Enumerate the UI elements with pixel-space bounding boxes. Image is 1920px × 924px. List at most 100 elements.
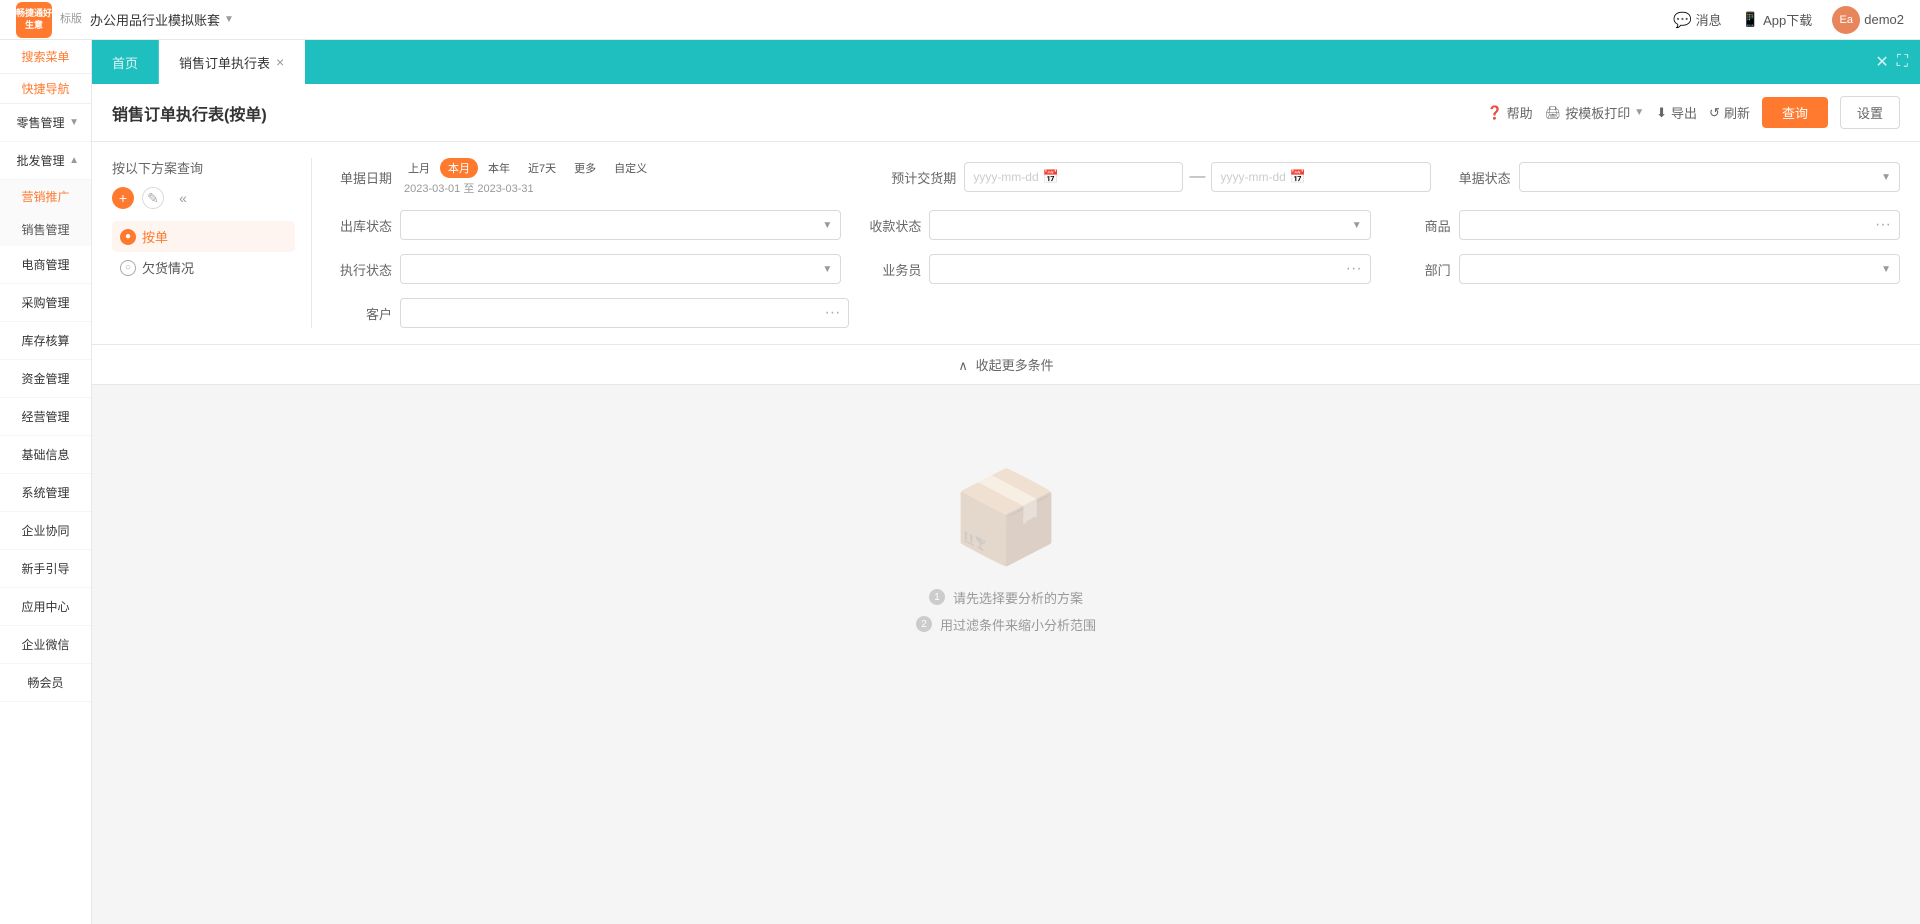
- customer-input[interactable]: ···: [400, 298, 849, 328]
- sidebar-item-wechat[interactable]: 企业微信: [0, 626, 91, 664]
- exec-status-arrow-icon: ▼: [822, 264, 832, 275]
- collection-select[interactable]: ▼: [929, 210, 1370, 240]
- scheme-item-order[interactable]: ● 按单: [112, 221, 295, 252]
- filter-row-4: 客户 ···: [332, 298, 1900, 328]
- print-label: 按模板打印: [1565, 103, 1630, 122]
- refresh-button[interactable]: ↺ 刷新: [1709, 103, 1750, 122]
- sidebar-item-finance[interactable]: 资金管理: [0, 360, 91, 398]
- sidebar-item-basic-info[interactable]: 基础信息: [0, 436, 91, 474]
- avatar-text: Ea: [1840, 14, 1853, 26]
- filter-field-collection: 收款状态 ▼: [861, 210, 1370, 240]
- forecast-to-input[interactable]: yyyy-mm-dd 📅: [1211, 162, 1430, 192]
- scheme-orange-icon: ●: [120, 229, 136, 245]
- export-label: 导出: [1671, 103, 1697, 122]
- sidebar-item-wholesale-label: 批发管理: [12, 152, 69, 169]
- sidebar-item-member[interactable]: 畅会员: [0, 664, 91, 702]
- tag-more[interactable]: 更多: [566, 158, 604, 178]
- collapse-scheme-button[interactable]: «: [172, 187, 194, 209]
- sidebar-sub-item-sales[interactable]: 销售管理: [0, 213, 91, 246]
- salesman-input[interactable]: ···: [929, 254, 1370, 284]
- sidebar-quick-nav[interactable]: 快捷导航: [0, 74, 91, 104]
- sidebar-item-purchase-label: 采购管理: [6, 294, 85, 311]
- doc-status-select[interactable]: ▼: [1519, 162, 1900, 192]
- sidebar-item-retail[interactable]: 零售管理 ▼: [0, 104, 91, 142]
- tab-home-label: 首页: [112, 53, 138, 72]
- app-icon: 📱: [1742, 11, 1759, 28]
- sidebar-search[interactable]: 搜索菜单: [0, 40, 91, 74]
- sidebar-item-inventory-label: 库存核算: [6, 332, 85, 349]
- tag-custom[interactable]: 自定义: [606, 158, 655, 178]
- close-window-icon[interactable]: ✕: [1875, 52, 1888, 72]
- page-title: 销售订单执行表(按单): [112, 101, 267, 125]
- collapse-label: 收起更多条件: [976, 358, 1054, 373]
- print-button[interactable]: 🖨 按模板打印 ▼: [1545, 103, 1644, 122]
- filter-field-salesman: 业务员 ···: [861, 254, 1370, 284]
- sidebar-item-app-center[interactable]: 应用中心: [0, 588, 91, 626]
- wholesale-arrow-icon: ▲: [69, 155, 79, 166]
- scheme-order-label: 按单: [142, 227, 168, 246]
- filter-rows: 单据日期 上月 本月 本年 近7天 更多 自定义: [332, 158, 1900, 328]
- edit-scheme-button[interactable]: ✎: [142, 187, 164, 209]
- message-button[interactable]: 💬 消息: [1673, 10, 1722, 29]
- doc-status-label: 单据状态: [1451, 168, 1511, 187]
- export-button[interactable]: ⬇ 导出: [1656, 103, 1697, 122]
- sidebar-item-inventory[interactable]: 库存核算: [0, 322, 91, 360]
- collapse-bar[interactable]: ∧ 收起更多条件: [92, 345, 1920, 385]
- scheme-item-shortage[interactable]: ○ 欠货情况: [112, 252, 295, 283]
- add-scheme-button[interactable]: +: [112, 187, 134, 209]
- app-download-button[interactable]: 📱 App下载: [1742, 10, 1813, 29]
- company-dropdown[interactable]: 办公用品行业模拟账套 ▼: [90, 10, 234, 29]
- sidebar-sub-item-marketing[interactable]: 营销推广: [0, 180, 91, 213]
- settings-button[interactable]: 设置: [1840, 96, 1900, 129]
- sidebar-item-system[interactable]: 系统管理: [0, 474, 91, 512]
- date-tags-row: 上月 本月 本年 近7天 更多 自定义: [400, 158, 871, 178]
- tag-last-month[interactable]: 上月: [400, 158, 438, 178]
- tab-bar-actions: ✕ ⛶: [1863, 40, 1920, 84]
- exec-status-select[interactable]: ▼: [400, 254, 841, 284]
- filter-left: 按以下方案查询 + ✎ « ● 按单 ○ 欠货情: [112, 158, 312, 328]
- sidebar-item-app-center-label: 应用中心: [6, 598, 85, 615]
- sidebar-item-enterprise-label: 企业协同: [6, 522, 85, 539]
- customer-more-icon[interactable]: ···: [824, 304, 840, 322]
- filter-field-doc-status: 单据状态 ▼: [1451, 162, 1900, 192]
- salesman-more-icon[interactable]: ···: [1346, 260, 1362, 278]
- goods-more-icon[interactable]: ···: [1875, 216, 1891, 234]
- goods-input[interactable]: ···: [1459, 210, 1900, 240]
- sidebar-item-purchase[interactable]: 采购管理: [0, 284, 91, 322]
- expand-icon[interactable]: ⛶: [1897, 53, 1908, 71]
- empty-illustration: 📦: [950, 465, 1062, 570]
- sidebar-item-guide[interactable]: 新手引导: [0, 550, 91, 588]
- filter-scheme-title-label: 按以下方案查询: [112, 158, 203, 177]
- help-label: 帮助: [1507, 103, 1533, 122]
- sidebar-item-operations[interactable]: 经营管理: [0, 398, 91, 436]
- date-separator: —: [1189, 168, 1205, 186]
- forecast-from-input[interactable]: yyyy-mm-dd 📅: [964, 162, 1183, 192]
- query-button[interactable]: 查询: [1762, 97, 1828, 128]
- topbar-left: 畅捷通好生意 标版 办公用品行业模拟账套 ▼: [16, 2, 234, 38]
- user-menu[interactable]: Ea demo2: [1832, 6, 1904, 34]
- tag-this-month[interactable]: 本月: [440, 158, 478, 178]
- filter-right: 单据日期 上月 本月 本年 近7天 更多 自定义: [312, 158, 1900, 328]
- out-status-arrow-icon: ▼: [822, 220, 832, 231]
- tab-order-list[interactable]: 销售订单执行表 ×: [159, 40, 305, 84]
- help-button[interactable]: ❓ 帮助: [1486, 103, 1532, 122]
- sidebar-sub-sales-label: 销售管理: [21, 221, 69, 238]
- message-icon: 💬: [1673, 11, 1692, 29]
- tab-close-icon[interactable]: ×: [276, 54, 284, 70]
- print-icon: 🖨: [1545, 105, 1562, 121]
- sidebar: 搜索菜单 快捷导航 零售管理 ▼ 批发管理 ▲ 营销推广 销售管理 电商管理 采…: [0, 40, 92, 924]
- out-status-select[interactable]: ▼: [400, 210, 841, 240]
- print-dropdown-icon: ▼: [1634, 107, 1644, 118]
- tab-order-list-label: 销售订单执行表: [179, 53, 270, 72]
- tag-this-year[interactable]: 本年: [480, 158, 518, 178]
- sidebar-item-enterprise[interactable]: 企业协同: [0, 512, 91, 550]
- logo-text: 畅捷通好生意: [16, 8, 52, 31]
- sidebar-item-ecommerce[interactable]: 电商管理: [0, 246, 91, 284]
- tag-7days[interactable]: 近7天: [520, 158, 564, 178]
- tab-home[interactable]: 首页: [92, 40, 159, 84]
- dept-arrow-icon: ▼: [1881, 264, 1891, 275]
- sidebar-item-wholesale[interactable]: 批发管理 ▲: [0, 142, 91, 180]
- dept-select[interactable]: ▼: [1459, 254, 1900, 284]
- goods-label: 商品: [1391, 216, 1451, 235]
- sidebar-item-ecommerce-label: 电商管理: [6, 256, 85, 273]
